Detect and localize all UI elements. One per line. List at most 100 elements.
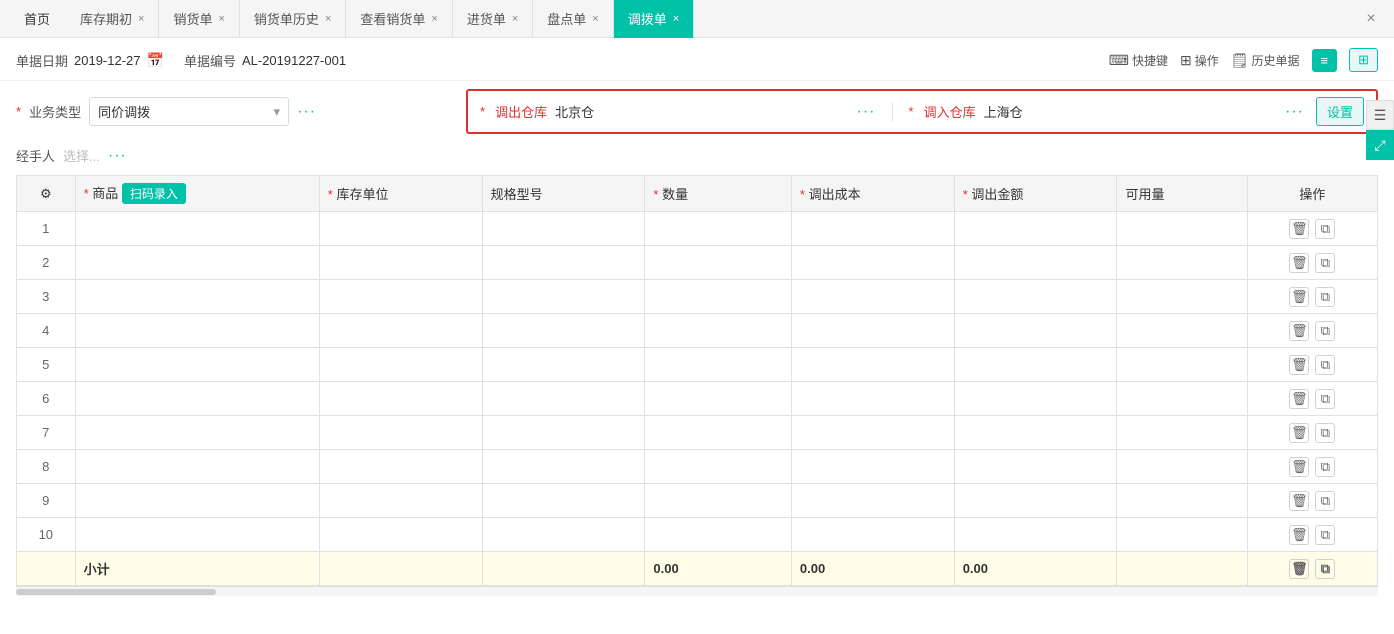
qty-cell[interactable] bbox=[645, 382, 792, 416]
tab-purchase-order[interactable]: 进货单 × bbox=[453, 0, 533, 38]
amount-cell[interactable] bbox=[954, 382, 1117, 416]
history-button[interactable]: 🗒 历史单据 bbox=[1231, 52, 1300, 69]
warehouse-out-value[interactable]: 北京仓 bbox=[555, 102, 594, 121]
delete-icon[interactable]: 🗑 bbox=[1289, 321, 1309, 341]
delete-icon[interactable]: 🗑 bbox=[1289, 457, 1309, 477]
list-panel-button[interactable]: ☰ bbox=[1366, 100, 1394, 130]
delete-icon[interactable]: 🗑 bbox=[1289, 423, 1309, 443]
spec-cell[interactable] bbox=[482, 416, 645, 450]
spec-cell[interactable] bbox=[482, 348, 645, 382]
operation-button[interactable]: ⊞ 操作 bbox=[1180, 52, 1219, 69]
close-icon[interactable]: × bbox=[138, 13, 144, 25]
warehouse-out-more-button[interactable]: ··· bbox=[857, 103, 876, 121]
delete-icon[interactable]: 🗑 bbox=[1289, 389, 1309, 409]
amount-cell[interactable] bbox=[954, 348, 1117, 382]
copy-icon[interactable]: ⧉ bbox=[1315, 491, 1335, 511]
product-cell[interactable] bbox=[75, 382, 319, 416]
calendar-icon[interactable]: 📅 bbox=[147, 52, 164, 69]
doc-date-value[interactable]: 2019-12-27 bbox=[74, 53, 141, 68]
close-icon[interactable]: × bbox=[673, 13, 679, 25]
spec-cell[interactable] bbox=[482, 314, 645, 348]
delete-icon[interactable]: 🗑 bbox=[1289, 559, 1309, 579]
qty-cell[interactable] bbox=[645, 416, 792, 450]
gear-col-header[interactable]: ⚙ bbox=[17, 176, 76, 212]
copy-icon[interactable]: ⧉ bbox=[1315, 457, 1335, 477]
layout-grid-button[interactable]: ⊞ bbox=[1349, 48, 1378, 72]
qty-cell[interactable] bbox=[645, 246, 792, 280]
cost-cell[interactable] bbox=[791, 518, 954, 552]
qty-cell[interactable] bbox=[645, 280, 792, 314]
cost-cell[interactable] bbox=[791, 484, 954, 518]
unit-cell[interactable] bbox=[319, 416, 482, 450]
delete-icon[interactable]: 🗑 bbox=[1289, 355, 1309, 375]
qty-cell[interactable] bbox=[645, 212, 792, 246]
business-type-select[interactable]: 同价调拨 ▾ bbox=[89, 97, 289, 126]
unit-cell[interactable] bbox=[319, 280, 482, 314]
qty-cell[interactable] bbox=[645, 484, 792, 518]
warehouse-in-more-button[interactable]: ··· bbox=[1285, 103, 1304, 121]
unit-cell[interactable] bbox=[319, 348, 482, 382]
settings-button[interactable]: 设置 bbox=[1316, 97, 1364, 126]
qty-cell[interactable] bbox=[645, 450, 792, 484]
layout-list-button[interactable]: ≡ bbox=[1312, 49, 1338, 72]
copy-icon[interactable]: ⧉ bbox=[1315, 287, 1335, 307]
spec-cell[interactable] bbox=[482, 382, 645, 416]
product-cell[interactable] bbox=[75, 518, 319, 552]
unit-cell[interactable] bbox=[319, 212, 482, 246]
close-icon[interactable]: × bbox=[512, 13, 518, 25]
unit-cell[interactable] bbox=[319, 314, 482, 348]
cost-cell[interactable] bbox=[791, 348, 954, 382]
copy-icon[interactable]: ⧉ bbox=[1315, 559, 1335, 579]
amount-cell[interactable] bbox=[954, 450, 1117, 484]
delete-icon[interactable]: 🗑 bbox=[1289, 287, 1309, 307]
cost-cell[interactable] bbox=[791, 450, 954, 484]
spec-cell[interactable] bbox=[482, 484, 645, 518]
scan-button[interactable]: 扫码录入 bbox=[122, 183, 186, 204]
delete-icon[interactable]: 🗑 bbox=[1289, 253, 1309, 273]
amount-cell[interactable] bbox=[954, 280, 1117, 314]
copy-icon[interactable]: ⧉ bbox=[1315, 219, 1335, 239]
spec-cell[interactable] bbox=[482, 280, 645, 314]
window-close-button[interactable]: × bbox=[1356, 0, 1386, 38]
person-more-button[interactable]: ··· bbox=[108, 147, 127, 165]
tab-view-sales[interactable]: 查看销货单 × bbox=[346, 0, 452, 38]
expand-panel-button[interactable]: ⤢ bbox=[1366, 130, 1394, 160]
cost-cell[interactable] bbox=[791, 314, 954, 348]
tab-sales-history[interactable]: 销货单历史 × bbox=[240, 0, 346, 38]
copy-icon[interactable]: ⧉ bbox=[1315, 253, 1335, 273]
close-icon[interactable]: × bbox=[431, 13, 437, 25]
cost-cell[interactable] bbox=[791, 246, 954, 280]
cost-cell[interactable] bbox=[791, 382, 954, 416]
product-cell[interactable] bbox=[75, 348, 319, 382]
amount-cell[interactable] bbox=[954, 416, 1117, 450]
delete-icon[interactable]: 🗑 bbox=[1289, 491, 1309, 511]
horizontal-scrollbar[interactable] bbox=[16, 586, 1378, 596]
close-icon[interactable]: × bbox=[325, 13, 331, 25]
product-cell[interactable] bbox=[75, 416, 319, 450]
product-cell[interactable] bbox=[75, 314, 319, 348]
qty-cell[interactable] bbox=[645, 314, 792, 348]
unit-cell[interactable] bbox=[319, 450, 482, 484]
cost-cell[interactable] bbox=[791, 280, 954, 314]
spec-cell[interactable] bbox=[482, 246, 645, 280]
amount-cell[interactable] bbox=[954, 518, 1117, 552]
spec-cell[interactable] bbox=[482, 212, 645, 246]
qty-cell[interactable] bbox=[645, 518, 792, 552]
tab-inventory-check[interactable]: 盘点单 × bbox=[533, 0, 613, 38]
tab-home[interactable]: 首页 bbox=[8, 9, 66, 28]
tab-inventory-init[interactable]: 库存期初 × bbox=[66, 0, 159, 38]
scrollbar-thumb[interactable] bbox=[16, 589, 216, 595]
amount-cell[interactable] bbox=[954, 246, 1117, 280]
tab-sales-order[interactable]: 销货单 × bbox=[159, 0, 239, 38]
qty-cell[interactable] bbox=[645, 348, 792, 382]
copy-icon[interactable]: ⧉ bbox=[1315, 355, 1335, 375]
spec-cell[interactable] bbox=[482, 450, 645, 484]
business-type-more-button[interactable]: ··· bbox=[297, 103, 316, 121]
product-cell[interactable] bbox=[75, 246, 319, 280]
unit-cell[interactable] bbox=[319, 518, 482, 552]
unit-cell[interactable] bbox=[319, 382, 482, 416]
product-cell[interactable] bbox=[75, 484, 319, 518]
copy-icon[interactable]: ⧉ bbox=[1315, 389, 1335, 409]
amount-cell[interactable] bbox=[954, 212, 1117, 246]
copy-icon[interactable]: ⧉ bbox=[1315, 423, 1335, 443]
